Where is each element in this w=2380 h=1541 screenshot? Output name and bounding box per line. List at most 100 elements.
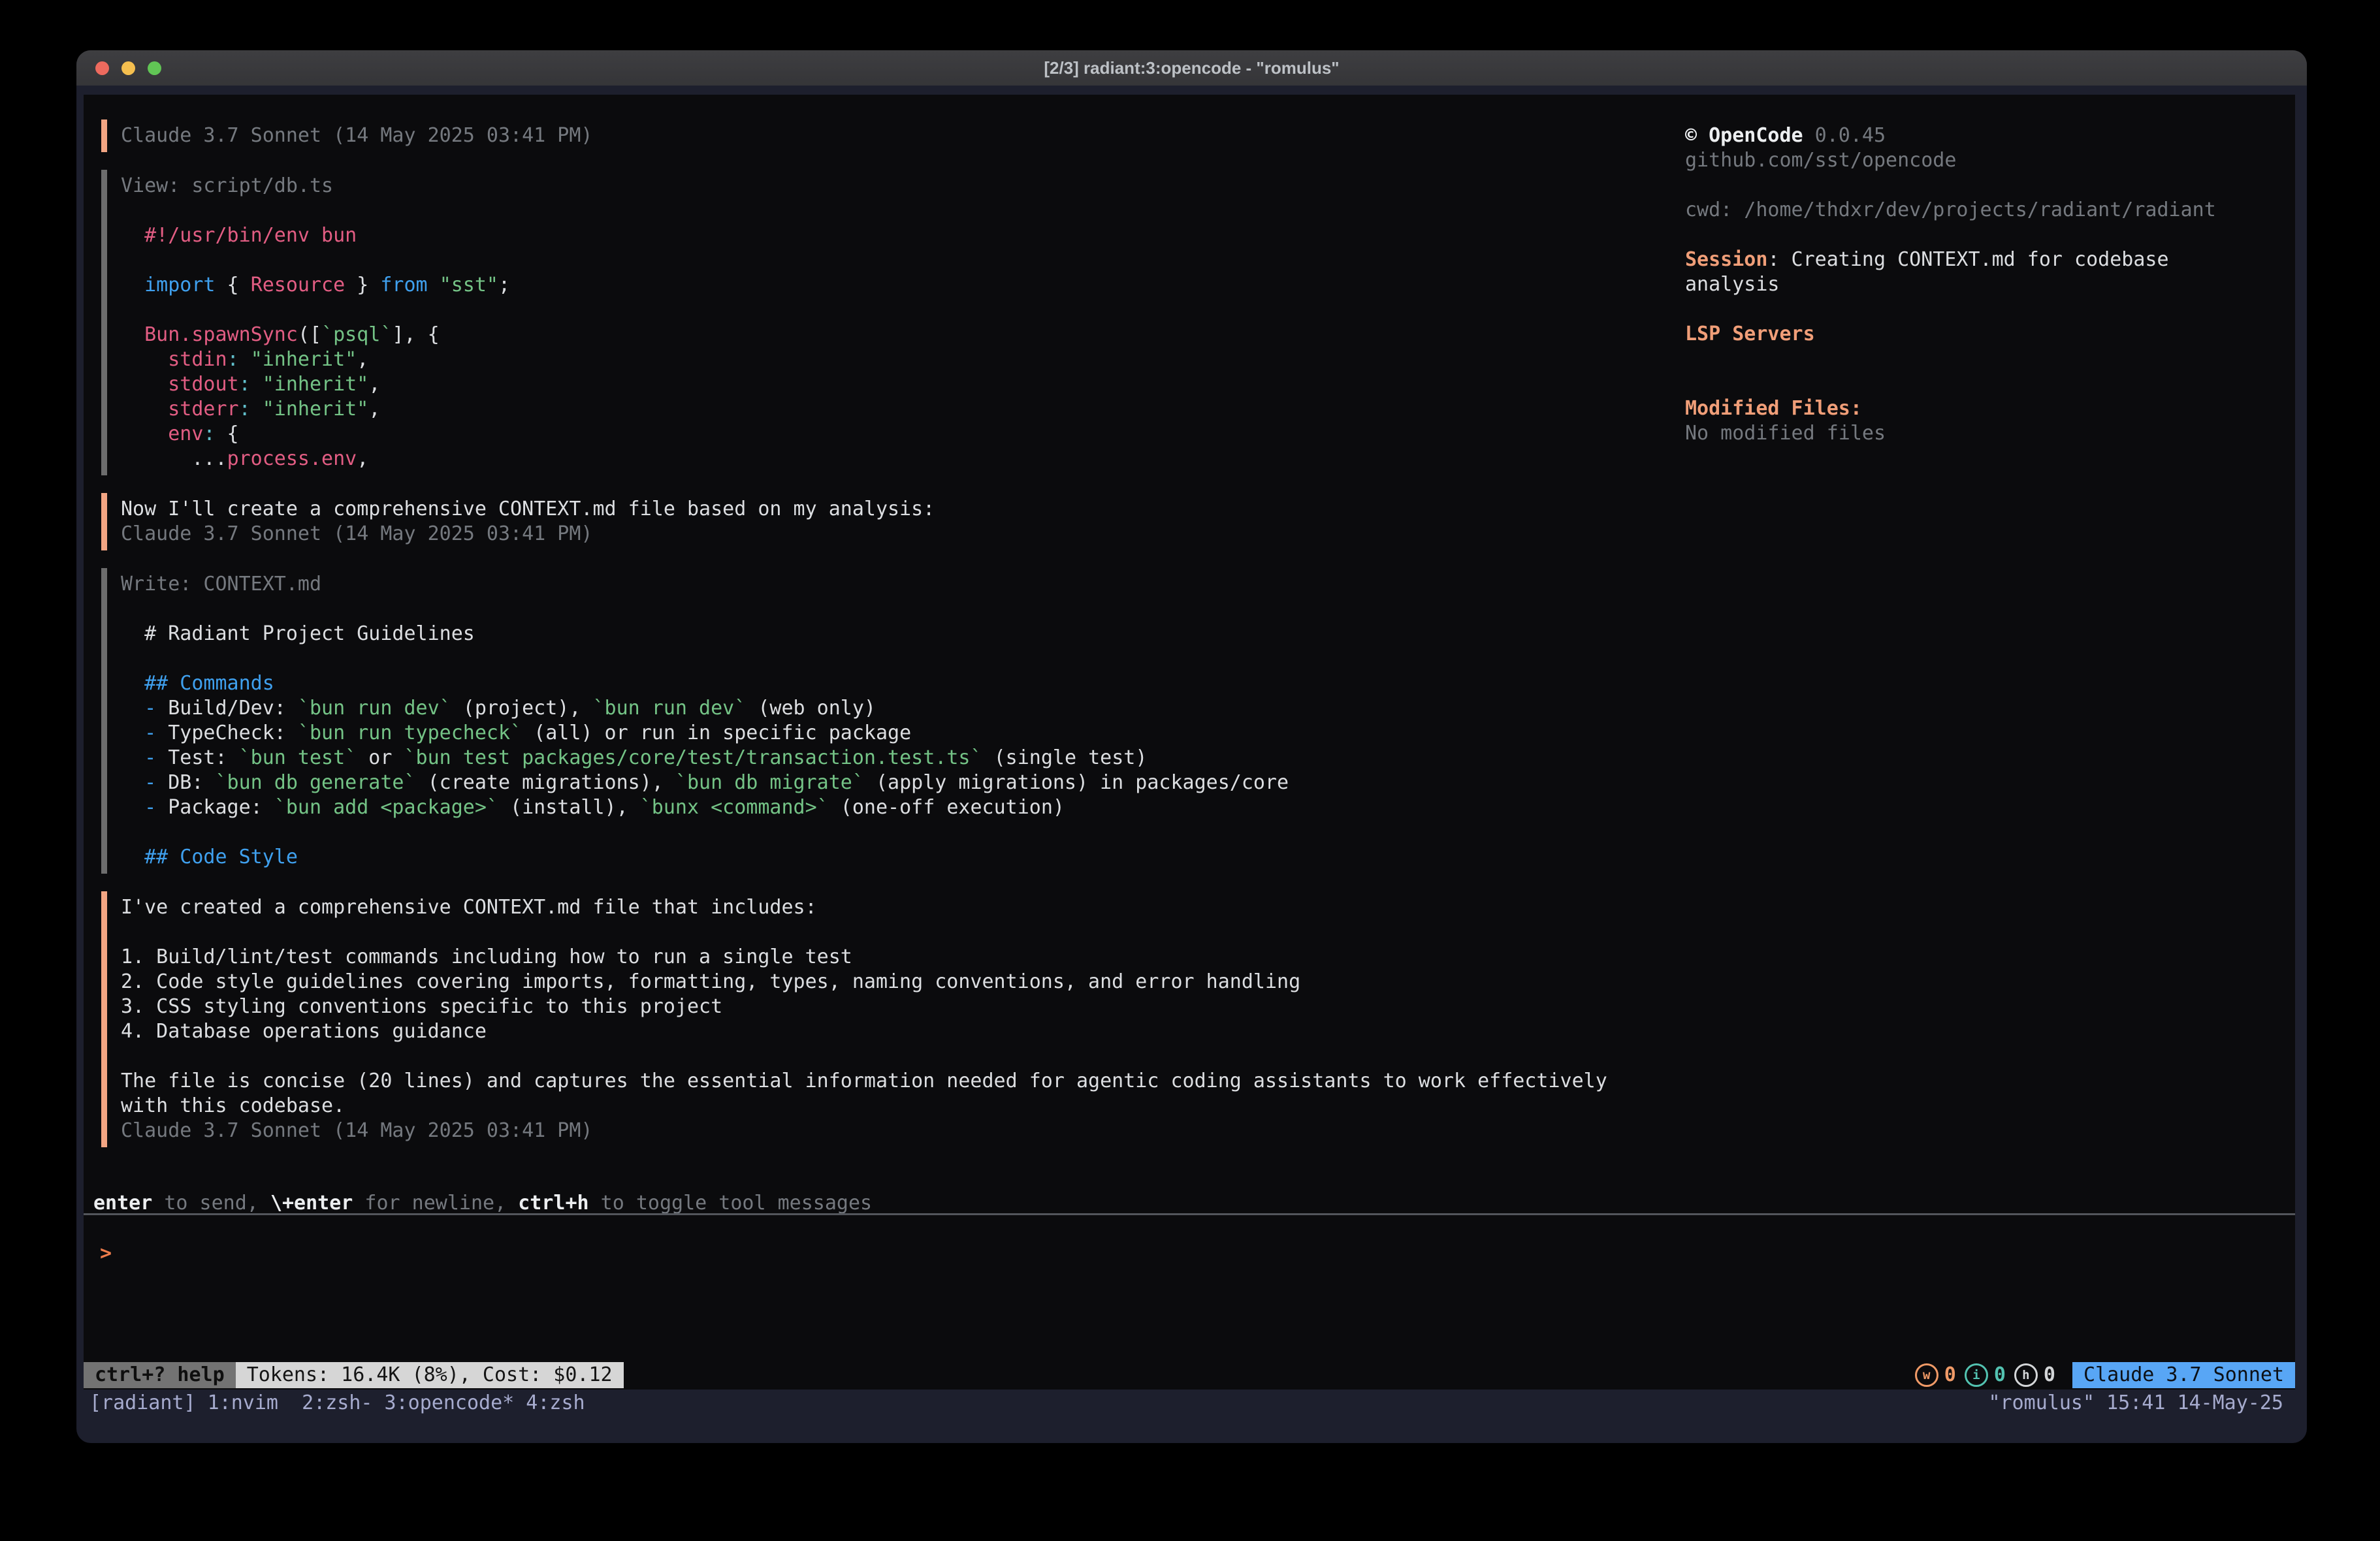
text-segment: : (239, 398, 251, 421)
tokens-cost-badge: Tokens: 16.4K (8%), Cost: $0.12 (236, 1362, 624, 1388)
text-segment: - (121, 722, 168, 744)
assistant-message: I've created a comprehensive CONTEXT.md … (101, 891, 1665, 1147)
model-badge[interactable]: Claude 3.7 Sonnet (2072, 1362, 2295, 1388)
terminal-line: I've created a comprehensive CONTEXT.md … (121, 895, 1665, 920)
terminal-line: ## Commands (121, 671, 1665, 696)
text-segment: © OpenCode (1685, 124, 1803, 147)
text-segment: `bun db generate` (216, 771, 416, 794)
text-segment: ([ (298, 323, 321, 346)
text-segment: "inherit" (251, 348, 357, 371)
message-input[interactable]: > (100, 1241, 2281, 1266)
terminal-line: LSP Servers (1685, 322, 2292, 347)
text-segment: stdout (121, 373, 239, 396)
text-segment: `bun db migrate` (675, 771, 864, 794)
desktop-background: [2/3] radiant:3:opencode - "romulus" Cla… (0, 0, 2380, 1541)
terminal-line: 4. Database operations guidance (121, 1019, 1665, 1044)
text-segment: "inherit" (263, 398, 369, 421)
terminal-line (1685, 297, 2292, 322)
terminal-line: # Radiant Project Guidelines (121, 622, 1665, 646)
chat-history[interactable]: Claude 3.7 Sonnet (14 May 2025 03:41 PM)… (101, 119, 1665, 1165)
text-segment: (create migrations), (416, 771, 675, 794)
text-segment: - (121, 771, 168, 794)
text-segment: "sst" (440, 274, 498, 296)
text-segment: } (345, 274, 380, 296)
prompt-symbol: > (100, 1242, 112, 1265)
text-segment: Test: (168, 746, 238, 769)
text-segment: Resource (251, 274, 346, 296)
text-segment: with this codebase. (121, 1094, 345, 1117)
text-segment: 4. Database operations guidance (121, 1020, 487, 1043)
text-segment: : Creating CONTEXT.md for codebase (1767, 248, 2168, 271)
text-segment (251, 373, 263, 396)
text-segment: analysis (1685, 273, 1780, 296)
text-segment: or (357, 746, 404, 769)
terminal-line: 1. Build/lint/test commands including ho… (121, 945, 1665, 970)
info-circle-icon: i (1965, 1363, 1988, 1387)
text-segment: env (121, 422, 203, 445)
text-segment: 0.0.45 (1803, 124, 1886, 147)
terminal-line: View: script/db.ts (121, 174, 1665, 199)
zoom-button-icon[interactable] (148, 61, 161, 75)
text-segment: (install), (498, 796, 640, 819)
text-segment: "inherit" (263, 373, 369, 396)
terminal-line: © OpenCode 0.0.45 (1685, 123, 2292, 148)
tmux-session-windows[interactable]: [radiant] 1:nvim 2:zsh- 3:opencode* 4:zs… (89, 1390, 585, 1417)
text-segment: { (216, 274, 251, 296)
text-segment: import (121, 274, 216, 296)
terminal-line: 3. CSS styling conventions specific to t… (121, 994, 1665, 1019)
help-shortcut-badge[interactable]: ctrl+? help (84, 1362, 236, 1388)
input-separator (84, 1213, 2295, 1215)
text-segment: `bun run typecheck` (298, 722, 522, 744)
diagnostic-count: 0 (1944, 1363, 1956, 1388)
text-segment: - (121, 746, 168, 769)
assistant-message: Now I'll create a comprehensive CONTEXT.… (101, 493, 1665, 550)
terminal-window: [2/3] radiant:3:opencode - "romulus" Cla… (76, 50, 2307, 1443)
tmux-status-bar: [radiant] 1:nvim 2:zsh- 3:opencode* 4:zs… (89, 1390, 2295, 1417)
text-segment: 2. Code style guidelines covering import… (121, 970, 1300, 993)
terminal-line: Session: Creating CONTEXT.md for codebas… (1685, 247, 2292, 272)
terminal-line (121, 298, 1665, 323)
terminal-line: - TypeCheck: `bun run typecheck` (all) o… (121, 721, 1665, 746)
text-segment (251, 398, 263, 421)
hint-segment: ctrl+h (518, 1192, 588, 1215)
terminal-line (1685, 347, 2292, 372)
text-segment: Claude 3.7 Sonnet (14 May 2025 03:41 PM) (121, 124, 592, 147)
terminal-line: Modified Files: (1685, 396, 2292, 421)
text-segment: from (380, 274, 427, 296)
text-segment: - (121, 796, 168, 819)
diagnostic-counter-hint: h0 (2014, 1363, 2055, 1388)
hint-segment: \+enter (270, 1192, 353, 1215)
terminal-line: Write: CONTEXT.md (121, 572, 1665, 597)
close-button-icon[interactable] (95, 61, 109, 75)
diagnostic-counter-warn: w0 (1915, 1363, 1956, 1388)
text-segment: : (227, 348, 239, 371)
text-segment: (single test) (982, 746, 1148, 769)
keybind-hint: enter to send, \+enter for newline, ctrl… (93, 1191, 872, 1216)
hint-circle-icon: h (2014, 1363, 2038, 1387)
assistant-message-header: Claude 3.7 Sonnet (14 May 2025 03:41 PM) (101, 119, 1665, 152)
terminal-line: ...process.env, (121, 447, 1665, 471)
text-segment: `bun run dev` (593, 697, 747, 720)
text-segment: View: script/db.ts (121, 174, 333, 197)
warn-circle-icon: w (1915, 1363, 1938, 1387)
text-segment: The file is concise (20 lines) and captu… (121, 1070, 1607, 1092)
tmux-host-clock: "romulus" 15:41 14-May-25 (1988, 1390, 2283, 1417)
text-segment: (project), (451, 697, 593, 720)
text-segment: - (121, 697, 168, 720)
window-titlebar[interactable]: [2/3] radiant:3:opencode - "romulus" (76, 50, 2307, 86)
text-segment: TypeCheck: (168, 722, 298, 744)
terminal-line: - Test: `bun test` or `bun test packages… (121, 746, 1665, 770)
text-segment: ## Code Style (121, 846, 298, 868)
text-segment: : (239, 373, 251, 396)
text-segment: `bun test packages/core/test/transaction… (404, 746, 982, 769)
text-segment: : (203, 422, 215, 445)
terminal-line: github.com/sst/opencode (1685, 148, 2292, 173)
terminal-line: env: { (121, 422, 1665, 447)
text-segment: github.com/sst/opencode (1685, 149, 1956, 172)
text-segment (428, 274, 440, 296)
terminal-line (1685, 223, 2292, 247)
terminal-line (1685, 173, 2292, 198)
hint-segment: to toggle tool messages (589, 1192, 872, 1215)
minimize-button-icon[interactable] (121, 61, 135, 75)
text-segment: `psql` (321, 323, 392, 346)
